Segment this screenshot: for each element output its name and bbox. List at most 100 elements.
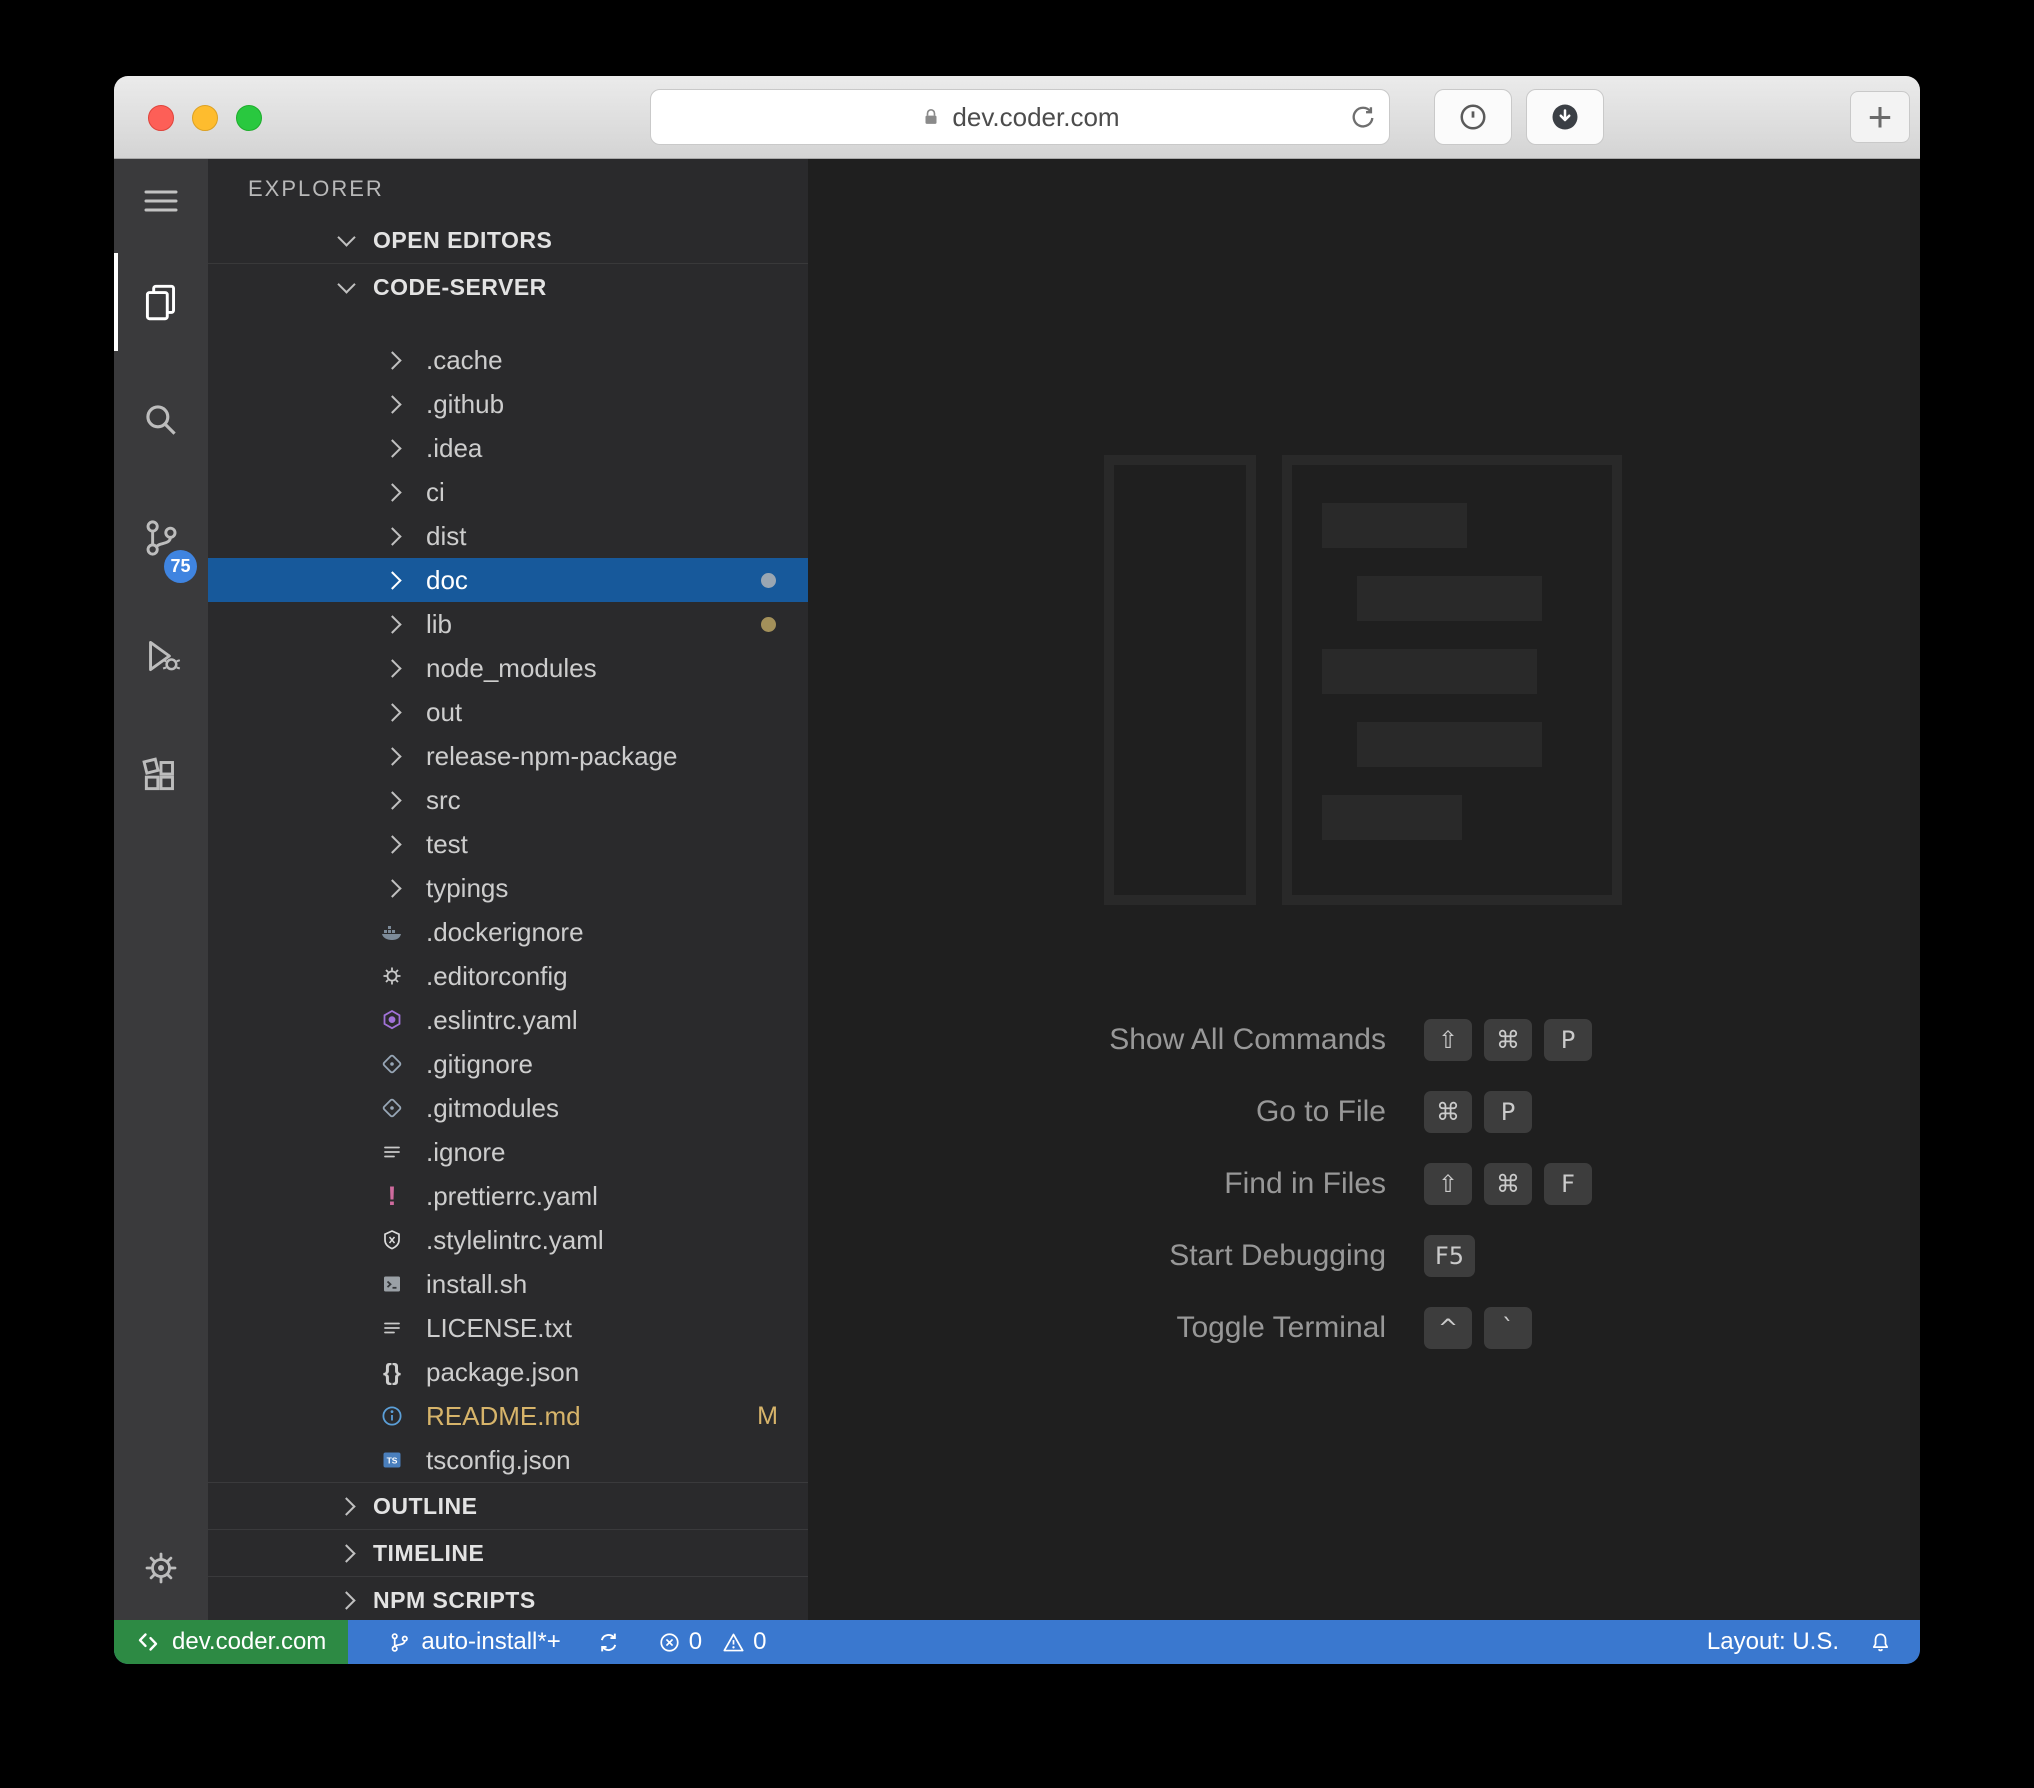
keyboard-layout-indicator[interactable]: Layout: U.S. <box>1707 1628 1839 1656</box>
remote-indicator[interactable]: dev.coder.com <box>114 1620 349 1664</box>
tree-item-label: .eslintrc.yaml <box>426 1004 578 1035</box>
tree-item-label: .prettierrc.yaml <box>426 1180 598 1211</box>
tree-item[interactable]: ! .prettierrc.yaml <box>208 1174 808 1218</box>
tree-item[interactable]: .idea <box>208 426 808 470</box>
tree-item[interactable]: .gitignore <box>208 1042 808 1086</box>
activity-bar: 75 <box>114 159 208 1620</box>
bell-icon[interactable] <box>1869 1631 1892 1654</box>
tree-item[interactable]: .cache <box>208 338 808 382</box>
docker-icon <box>372 920 412 944</box>
search-icon <box>138 397 184 443</box>
section-timeline[interactable]: TIMELINE <box>208 1529 808 1576</box>
tree-item[interactable]: release-npm-package <box>208 734 808 778</box>
chevron-right-icon <box>372 834 412 854</box>
tree-item[interactable]: README.md M <box>208 1394 808 1438</box>
branch-indicator[interactable]: auto-install*+ <box>388 1628 561 1656</box>
browser-action-button[interactable] <box>1434 89 1512 145</box>
shortcut-row: Find in Files ⇧ ⌘ F <box>808 1161 1920 1207</box>
tree-item[interactable]: dist <box>208 514 808 558</box>
tree-item-label: tsconfig.json <box>426 1444 571 1475</box>
close-window-button[interactable] <box>148 105 174 131</box>
section-outline[interactable]: OUTLINE <box>208 1482 808 1529</box>
tree-item-selected[interactable]: doc <box>208 558 808 602</box>
tree-item[interactable]: {} package.json <box>208 1350 808 1394</box>
tree-item[interactable]: src <box>208 778 808 822</box>
tree-item[interactable]: .github <box>208 382 808 426</box>
chevron-right-icon <box>372 790 412 810</box>
tree-item[interactable]: install.sh <box>208 1262 808 1306</box>
tree-item-label: src <box>426 784 461 815</box>
address-bar[interactable]: dev.coder.com <box>650 89 1390 145</box>
download-icon <box>1550 102 1580 132</box>
tree-item[interactable]: .ignore <box>208 1130 808 1174</box>
branch-icon <box>388 1631 411 1654</box>
tree-item[interactable]: .eslintrc.yaml <box>208 998 808 1042</box>
activity-debug-button[interactable] <box>114 597 208 715</box>
zoom-window-button[interactable] <box>236 105 262 131</box>
tree-item-label: package.json <box>426 1356 580 1387</box>
tree-item-label: README.md <box>426 1400 581 1431</box>
problems-indicator[interactable]: 0 0 <box>658 1628 779 1656</box>
menu-button[interactable] <box>114 159 208 243</box>
section-npm-scripts[interactable]: NPM SCRIPTS <box>208 1576 808 1620</box>
minimize-window-button[interactable] <box>192 105 218 131</box>
chevron-right-icon <box>372 438 412 458</box>
section-label: CODE-SERVER <box>373 273 547 300</box>
menu-icon <box>139 179 183 223</box>
tree-item[interactable]: TS tsconfig.json <box>208 1438 808 1482</box>
chevron-right-icon <box>372 350 412 370</box>
tree-item[interactable]: node_modules <box>208 646 808 690</box>
status-bar: dev.coder.com auto-install*+ 0 0 Layout:… <box>114 1620 1920 1664</box>
address-bar-url: dev.coder.com <box>952 101 1120 132</box>
chevron-down-icon <box>337 228 356 247</box>
settings-button[interactable] <box>114 1516 208 1620</box>
chevron-right-icon <box>372 394 412 414</box>
tree-item[interactable]: lib <box>208 602 808 646</box>
reload-icon[interactable] <box>1349 104 1377 132</box>
shortcut-row: Toggle Terminal ^ ` <box>808 1305 1920 1351</box>
section-label: OUTLINE <box>373 1492 478 1519</box>
tree-item-label: release-npm-package <box>426 740 678 771</box>
chevron-right-icon <box>372 570 412 590</box>
tree-item[interactable]: test <box>208 822 808 866</box>
tree-item[interactable]: .stylelintrc.yaml <box>208 1218 808 1262</box>
shortcut-row: Go to File ⌘ P <box>808 1089 1920 1135</box>
tree-item[interactable]: .dockerignore <box>208 910 808 954</box>
sync-button[interactable] <box>597 1631 620 1654</box>
tree-item[interactable]: out <box>208 690 808 734</box>
tree-item[interactable]: .gitmodules <box>208 1086 808 1130</box>
keycap: ⇧ <box>1424 1163 1472 1205</box>
tree-item[interactable]: ci <box>208 470 808 514</box>
activity-extensions-button[interactable] <box>114 715 208 833</box>
tree-item-label: out <box>426 696 463 727</box>
lock-icon <box>920 106 942 128</box>
tree-item[interactable]: typings <box>208 866 808 910</box>
tree-item[interactable]: LICENSE.txt <box>208 1306 808 1350</box>
tree-item-label: test <box>426 828 468 859</box>
activity-explorer-button[interactable] <box>114 243 208 361</box>
activity-source-control-button[interactable]: 75 <box>114 479 208 597</box>
chevron-right-icon <box>372 482 412 502</box>
tree-item-label: node_modules <box>426 652 597 683</box>
modified-dot <box>761 616 776 632</box>
eslint-icon <box>372 1008 412 1032</box>
chevron-right-icon <box>372 658 412 678</box>
keycap: ⌘ <box>1424 1091 1472 1133</box>
section-open-editors[interactable]: OPEN EDITORS <box>208 217 808 263</box>
shortcut-row: Show All Commands ⇧ ⌘ P <box>808 1017 1920 1063</box>
remote-icon <box>136 1630 160 1654</box>
tree-item-label: LICENSE.txt <box>426 1312 572 1343</box>
section-workspace[interactable]: CODE-SERVER <box>208 263 808 310</box>
tree-item[interactable]: .editorconfig <box>208 954 808 998</box>
shortcut-label: Toggle Terminal <box>1176 1311 1386 1344</box>
status-bar-right: Layout: U.S. <box>1707 1628 1920 1656</box>
download-button[interactable] <box>1526 89 1604 145</box>
tree-item-label: .gitmodules <box>426 1092 559 1123</box>
new-tab-button[interactable]: + <box>1850 91 1910 143</box>
tree-item-label: ci <box>426 476 445 507</box>
keycap: ⇧ <box>1424 1019 1472 1061</box>
tree-item-label: install.sh <box>426 1268 528 1299</box>
tree-item-label: .stylelintrc.yaml <box>426 1224 604 1255</box>
sidebar-title: EXPLORER <box>248 176 384 201</box>
activity-search-button[interactable] <box>114 361 208 479</box>
